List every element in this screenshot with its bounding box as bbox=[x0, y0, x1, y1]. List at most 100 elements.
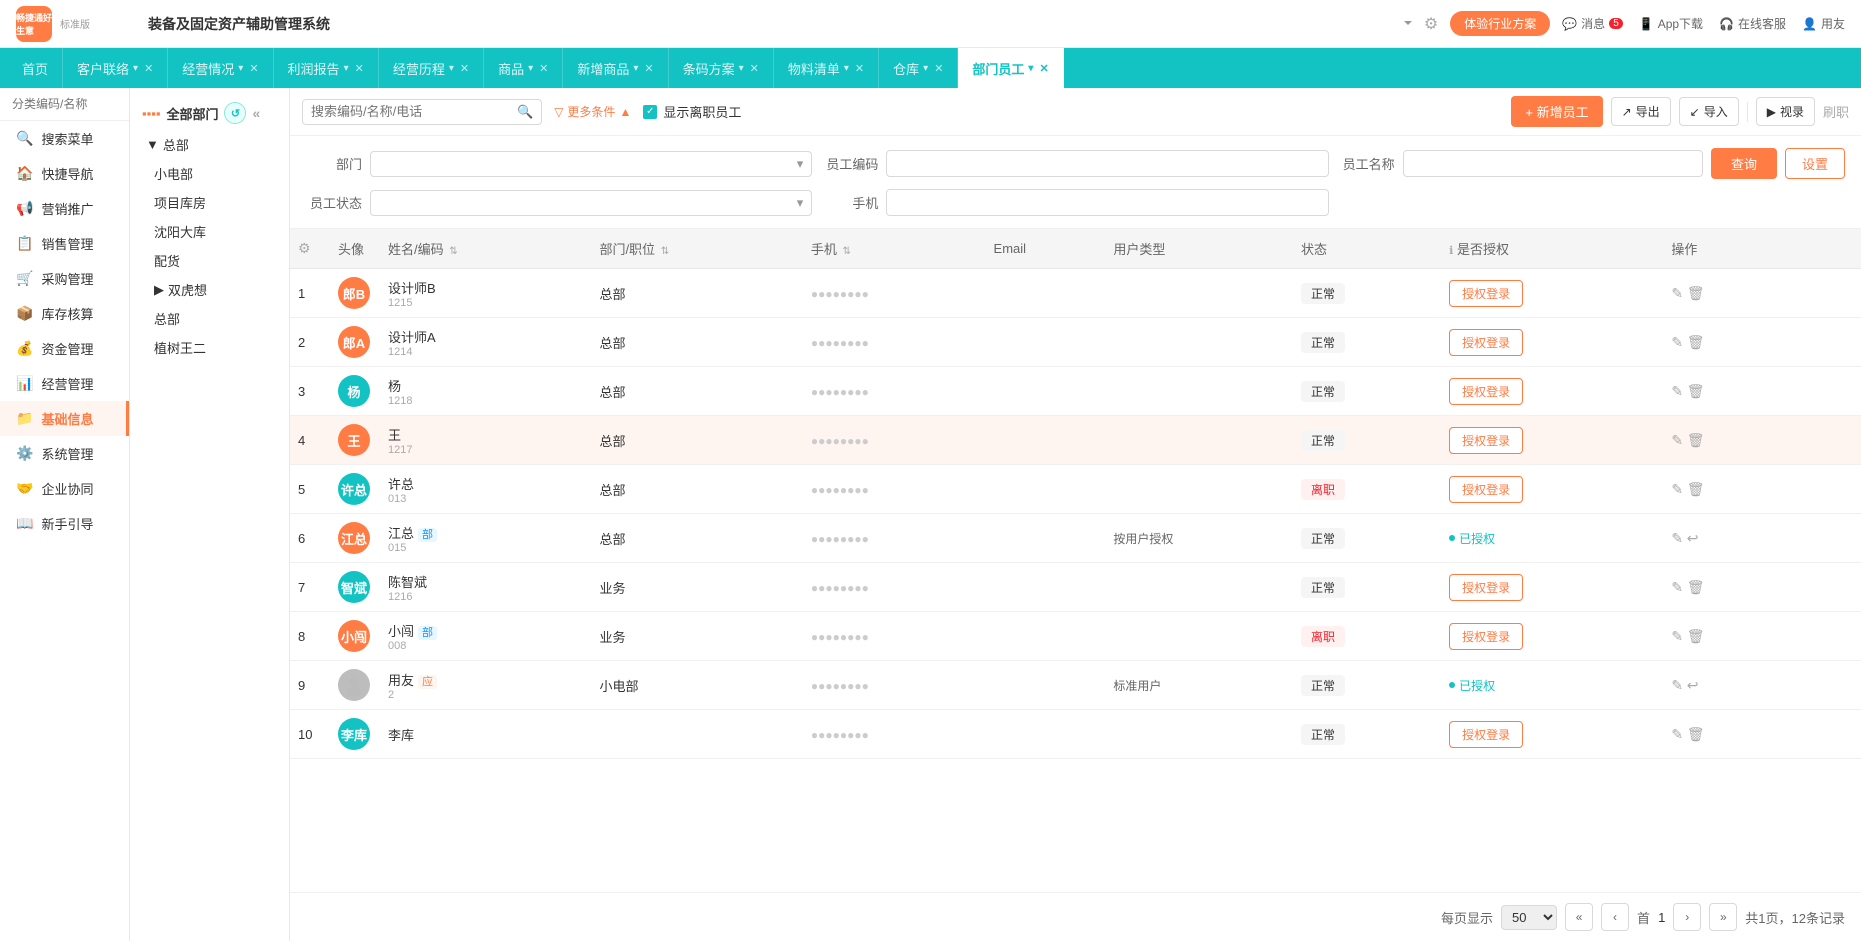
experience-btn[interactable]: 体验行业方案 bbox=[1450, 11, 1550, 36]
sidebar-item-finance[interactable]: 💰 资金管理 bbox=[0, 331, 129, 366]
tab-bom[interactable]: 物料清单 ▾✕ bbox=[774, 48, 879, 88]
dept-node-zhishu[interactable]: 植树王二 bbox=[130, 333, 289, 362]
delete-btn-6[interactable]: ↩ bbox=[1687, 530, 1699, 546]
tab-business[interactable]: 经营情况 ▾✕ bbox=[168, 48, 273, 88]
message-action[interactable]: 💬 消息 5 bbox=[1562, 15, 1623, 32]
auth-btn-2[interactable]: 授权登录 bbox=[1449, 329, 1523, 356]
sidebar-item-basic-info[interactable]: 📁 基础信息 bbox=[0, 401, 129, 436]
tab-journey-close[interactable]: ✕ bbox=[460, 62, 469, 75]
per-page-select[interactable]: 50 100 200 bbox=[1501, 905, 1557, 930]
tab-customer[interactable]: 客户联络 ▾✕ bbox=[63, 48, 168, 88]
sidebar-item-sales[interactable]: 📋 销售管理 bbox=[0, 226, 129, 261]
dept-node-zongbu[interactable]: 总部 bbox=[130, 304, 289, 333]
delete-btn-10[interactable]: 🗑 bbox=[1687, 726, 1705, 742]
auth-btn-1[interactable]: 授权登录 bbox=[1449, 280, 1523, 307]
sidebar-item-collab[interactable]: 🤝 企业协同 bbox=[0, 471, 129, 506]
edit-btn-10[interactable]: ✎ bbox=[1671, 726, 1683, 742]
auth-btn-10[interactable]: 授权登录 bbox=[1449, 721, 1523, 748]
delete-btn-2[interactable]: 🗑 bbox=[1687, 334, 1705, 350]
edit-btn-5[interactable]: ✎ bbox=[1671, 481, 1683, 497]
auth-btn-7[interactable]: 授权登录 bbox=[1449, 574, 1523, 601]
view-btn[interactable]: ▶ 视录 bbox=[1756, 97, 1815, 126]
auth-btn-4[interactable]: 授权登录 bbox=[1449, 427, 1523, 454]
tab-barcode-close[interactable]: ✕ bbox=[750, 62, 759, 75]
edit-btn-7[interactable]: ✎ bbox=[1671, 579, 1683, 595]
sidebar-item-system[interactable]: ⚙️ 系统管理 bbox=[0, 436, 129, 471]
sidebar-item-purchase[interactable]: 🛒 采购管理 bbox=[0, 261, 129, 296]
sidebar-item-nav[interactable]: 🏠 快捷导航 bbox=[0, 156, 129, 191]
search-icon-btn[interactable]: 🔍 bbox=[517, 104, 533, 120]
tab-profit-close[interactable]: ✕ bbox=[355, 62, 364, 75]
delete-btn-3[interactable]: 🗑 bbox=[1687, 383, 1705, 399]
dept-filter-select[interactable]: ▾ bbox=[370, 151, 812, 177]
more-filter-btn[interactable]: ▽ 更多条件 ▲ bbox=[554, 103, 631, 120]
tab-warehouse-close[interactable]: ✕ bbox=[934, 62, 943, 75]
edit-btn-1[interactable]: ✎ bbox=[1671, 285, 1683, 301]
import-btn[interactable]: ↙ 导入 bbox=[1679, 97, 1739, 126]
edit-btn-6[interactable]: ✎ bbox=[1671, 530, 1683, 546]
tab-barcode[interactable]: 条码方案 ▾✕ bbox=[669, 48, 774, 88]
print-btn[interactable]: 刷职 bbox=[1823, 102, 1849, 121]
set-btn[interactable]: 设置 bbox=[1785, 148, 1845, 179]
th-dept-sort[interactable]: ⇅ bbox=[661, 246, 669, 257]
th-name-sort[interactable]: ⇅ bbox=[449, 246, 457, 257]
settings-icon[interactable]: ⚙ bbox=[1424, 14, 1438, 34]
last-page-btn[interactable]: » bbox=[1709, 903, 1737, 931]
dept-tree-refresh[interactable]: ↺ bbox=[224, 102, 246, 124]
export-btn[interactable]: ↗ 导出 bbox=[1611, 97, 1671, 126]
dept-node-shenyang[interactable]: 沈阳大库 bbox=[130, 217, 289, 246]
tab-profit[interactable]: 利润报告 ▾✕ bbox=[274, 48, 379, 88]
dept-node-root[interactable]: ▼ 总部 bbox=[130, 130, 289, 159]
col-settings-icon[interactable]: ⚙ bbox=[298, 240, 311, 256]
tab-new-goods-close[interactable]: ✕ bbox=[644, 62, 653, 75]
phone-input[interactable] bbox=[886, 189, 1328, 216]
prev-page-btn[interactable]: ‹ bbox=[1601, 903, 1629, 931]
dept-node-peihuo[interactable]: 配货 bbox=[130, 246, 289, 275]
auth-btn-8[interactable]: 授权登录 bbox=[1449, 623, 1523, 650]
sidebar-item-marketing[interactable]: 📢 营销推广 bbox=[0, 191, 129, 226]
tab-home[interactable]: 首页 bbox=[8, 48, 63, 88]
emp-status-select[interactable]: ▾ bbox=[370, 190, 812, 216]
query-btn[interactable]: 查询 bbox=[1711, 148, 1777, 179]
user-action[interactable]: 👤 用友 bbox=[1802, 15, 1845, 32]
add-employee-btn[interactable]: + 新增员工 bbox=[1511, 96, 1602, 127]
th-phone-sort[interactable]: ⇅ bbox=[843, 246, 851, 257]
tab-customer-close[interactable]: ✕ bbox=[144, 62, 153, 75]
edit-btn-2[interactable]: ✎ bbox=[1671, 334, 1683, 350]
dept-node-xiangmu[interactable]: 项目库房 bbox=[130, 188, 289, 217]
search-input[interactable] bbox=[311, 104, 511, 119]
delete-btn-1[interactable]: 🗑 bbox=[1687, 285, 1705, 301]
emp-code-input[interactable] bbox=[886, 150, 1328, 177]
app-download-action[interactable]: 📱 App下载 bbox=[1639, 15, 1703, 32]
dept-node-xiaodian[interactable]: 小电部 bbox=[130, 159, 289, 188]
tab-journey[interactable]: 经营历程 ▾✕ bbox=[379, 48, 484, 88]
auth-btn-3[interactable]: 授权登录 bbox=[1449, 378, 1523, 405]
sidebar-item-management[interactable]: 📊 经营管理 bbox=[0, 366, 129, 401]
delete-btn-4[interactable]: 🗑 bbox=[1687, 432, 1705, 448]
tab-goods-close[interactable]: ✕ bbox=[539, 62, 548, 75]
online-service-action[interactable]: 🎧 在线客服 bbox=[1719, 15, 1786, 32]
sidebar-item-search[interactable]: 🔍 搜索菜单 bbox=[0, 121, 129, 156]
edit-btn-3[interactable]: ✎ bbox=[1671, 383, 1683, 399]
sidebar-search-input[interactable] bbox=[12, 97, 130, 111]
delete-btn-5[interactable]: 🗑 bbox=[1687, 481, 1705, 497]
edit-btn-9[interactable]: ✎ bbox=[1671, 677, 1683, 693]
tab-warehouse[interactable]: 仓库 ▾✕ bbox=[879, 48, 958, 88]
sidebar-item-guide[interactable]: 📖 新手引导 bbox=[0, 506, 129, 541]
delete-btn-9[interactable]: ↩ bbox=[1687, 677, 1699, 693]
show-resign-checkbox[interactable]: ✓ bbox=[643, 105, 657, 119]
auth-btn-5[interactable]: 授权登录 bbox=[1449, 476, 1523, 503]
system-title-arrow[interactable] bbox=[1404, 21, 1412, 29]
tab-business-close[interactable]: ✕ bbox=[249, 62, 258, 75]
tab-new-goods[interactable]: 新增商品 ▾✕ bbox=[563, 48, 668, 88]
show-resign-wrap[interactable]: ✓ 显示离职员工 bbox=[643, 102, 741, 121]
dept-tree-collapse[interactable]: « bbox=[252, 105, 260, 121]
edit-btn-8[interactable]: ✎ bbox=[1671, 628, 1683, 644]
tab-employee-close[interactable]: ✕ bbox=[1039, 62, 1048, 75]
edit-btn-4[interactable]: ✎ bbox=[1671, 432, 1683, 448]
tab-bom-close[interactable]: ✕ bbox=[855, 62, 864, 75]
tab-goods[interactable]: 商品 ▾✕ bbox=[484, 48, 563, 88]
sidebar-item-inventory[interactable]: 📦 库存核算 bbox=[0, 296, 129, 331]
next-page-btn[interactable]: › bbox=[1673, 903, 1701, 931]
first-page-btn[interactable]: « bbox=[1565, 903, 1593, 931]
